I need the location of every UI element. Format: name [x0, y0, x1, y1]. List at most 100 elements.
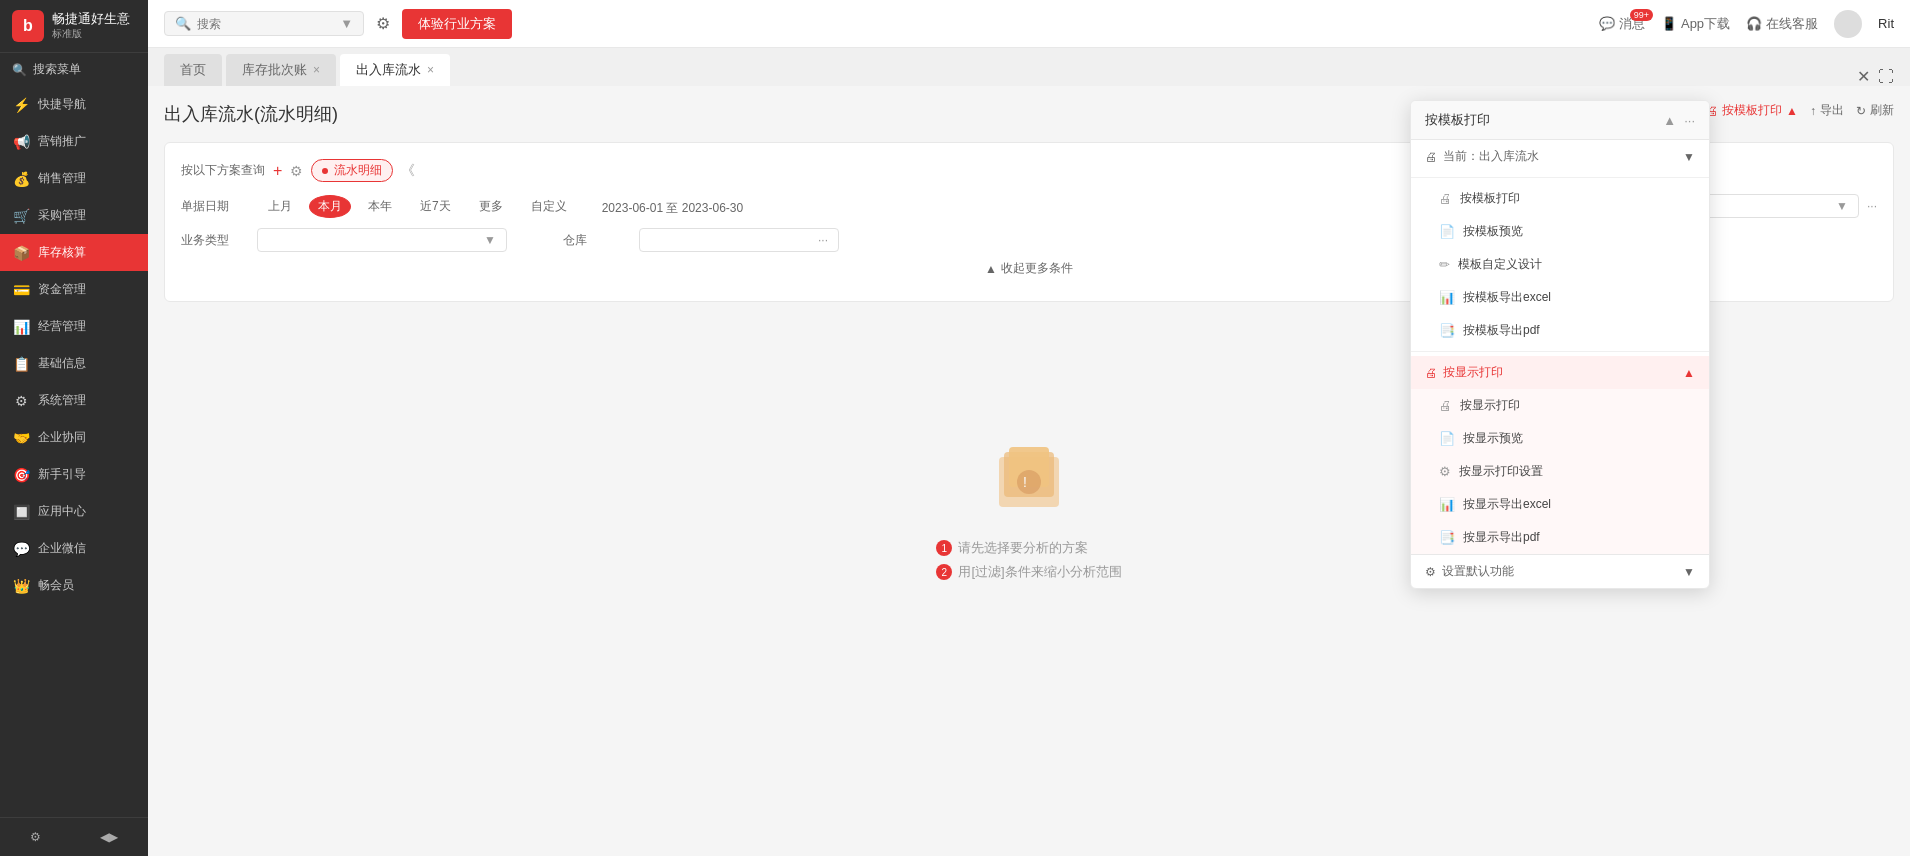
search-icon: 🔍	[12, 63, 27, 77]
empty-tip-1-label: 请先选择要分析的方案	[958, 539, 1088, 557]
doc-type-arrow: ▼	[1836, 199, 1848, 213]
collab-icon: 🤝	[12, 430, 30, 446]
refresh-btn[interactable]: ↻ 刷新	[1856, 102, 1894, 119]
date-last-month-btn[interactable]: 上月	[257, 195, 303, 218]
sidebar-item-wecom[interactable]: 💬 企业微信	[0, 530, 148, 567]
logo-icon: b	[12, 10, 44, 42]
app-download-btn[interactable]: 📱 App下载	[1661, 15, 1730, 33]
filter-add-btn[interactable]: +	[273, 162, 282, 180]
sidebar-item-finance[interactable]: 💳 资金管理	[0, 271, 148, 308]
user-avatar[interactable]	[1834, 10, 1862, 38]
display-print-settings-label: 按显示打印设置	[1459, 463, 1543, 480]
display-print-section-header[interactable]: 🖨 按显示打印 ▲	[1411, 356, 1709, 389]
dropdown-item-template-print[interactable]: 🖨 按模板打印	[1411, 182, 1709, 215]
biz-type-input[interactable]: ▼	[257, 228, 507, 252]
dropdown-item-display-print-settings[interactable]: ⚙ 按显示打印设置	[1411, 455, 1709, 488]
notification-btn[interactable]: 💬 消息 99+	[1599, 15, 1645, 33]
system-icon: ⚙	[12, 393, 30, 409]
sidebar-item-sales[interactable]: 💰 销售管理	[0, 160, 148, 197]
dropdown-item-display-export-excel[interactable]: 📊 按显示导出excel	[1411, 488, 1709, 521]
trial-button[interactable]: 体验行业方案	[402, 9, 512, 39]
sidebar-item-purchase[interactable]: 🛒 采购管理	[0, 197, 148, 234]
sidebar-settings-btn[interactable]: ⚙	[22, 826, 49, 848]
display-preview-label: 按显示预览	[1463, 430, 1523, 447]
export-btn[interactable]: ↑ 导出	[1810, 102, 1844, 119]
dropdown-item-template-export-excel[interactable]: 📊 按模板导出excel	[1411, 281, 1709, 314]
date-this-month-btn[interactable]: 本月	[309, 195, 351, 218]
filter-active-tag[interactable]: 流水明细	[311, 159, 393, 182]
notification-icon: 💬	[1599, 16, 1615, 31]
sidebar-item-label: 营销推广	[38, 133, 86, 150]
sidebar-item-label: 新手引导	[38, 466, 86, 483]
app-download-label: App下载	[1681, 15, 1730, 33]
date-more-btn[interactable]: 更多	[468, 195, 514, 218]
sidebar-item-basic[interactable]: 📋 基础信息	[0, 345, 148, 382]
dropdown-up-arrow[interactable]: ▲	[1663, 113, 1676, 128]
empty-tip-2: 2 用[过滤]条件来缩小分析范围	[936, 563, 1121, 581]
online-service-btn[interactable]: 🎧 在线客服	[1746, 15, 1818, 33]
sidebar-item-quick-nav[interactable]: ⚡ 快捷导航	[0, 86, 148, 123]
sidebar-item-label: 快捷导航	[38, 96, 86, 113]
warehouse-input[interactable]: ···	[639, 228, 839, 252]
print-template-btn[interactable]: 🖨 按模板打印 ▲	[1706, 102, 1798, 119]
sidebar-item-system[interactable]: ⚙ 系统管理	[0, 382, 148, 419]
dropdown-more-dots[interactable]: ···	[1684, 113, 1695, 128]
dropdown-item-display-print[interactable]: 🖨 按显示打印	[1411, 389, 1709, 422]
date-custom-btn[interactable]: 自定义	[520, 195, 578, 218]
dropdown-item-template-export-pdf[interactable]: 📑 按模板导出pdf	[1411, 314, 1709, 347]
tab-inout-flow-close[interactable]: ×	[427, 63, 434, 77]
wecom-icon: 💬	[12, 541, 30, 557]
sidebar-search[interactable]: 🔍 搜索菜单	[0, 53, 148, 86]
operations-icon: 📊	[12, 319, 30, 335]
dropdown-footer[interactable]: ⚙ 设置默认功能 ▼	[1411, 554, 1709, 588]
sidebar-item-marketing[interactable]: 📢 营销推广	[0, 123, 148, 160]
dropdown-item-display-preview[interactable]: 📄 按显示预览	[1411, 422, 1709, 455]
template-export-excel-icon: 📊	[1439, 290, 1455, 305]
template-preview-label: 按模板预览	[1463, 223, 1523, 240]
sidebar-logo: b 畅捷通好生意 标准版	[0, 0, 148, 53]
display-preview-icon: 📄	[1439, 431, 1455, 446]
tab-close-all-btn[interactable]: ✕	[1857, 67, 1870, 86]
filter-title: 按以下方案查询	[181, 162, 265, 179]
sidebar-item-member[interactable]: 👑 畅会员	[0, 567, 148, 604]
online-service-label: 在线客服	[1766, 15, 1818, 33]
tab-home[interactable]: 首页	[164, 54, 222, 86]
template-preview-icon: 📄	[1439, 224, 1455, 239]
dropdown-item-template-custom[interactable]: ✏ 模板自定义设计	[1411, 248, 1709, 281]
sidebar-item-label: 库存核算	[38, 244, 86, 261]
tab-batch-account[interactable]: 库存批次账 ×	[226, 54, 336, 86]
template-export-pdf-label: 按模板导出pdf	[1463, 322, 1540, 339]
display-print-settings-icon: ⚙	[1439, 464, 1451, 479]
sidebar-collapse-btn[interactable]: ◀▶	[92, 826, 126, 848]
warehouse-more-dots[interactable]: ···	[818, 233, 828, 247]
sidebar-item-collab[interactable]: 🤝 企业协同	[0, 419, 148, 456]
date-last-7-days-btn[interactable]: 近7天	[409, 195, 462, 218]
filter-collapse-btn[interactable]: 《	[401, 162, 415, 180]
sidebar-item-app-center[interactable]: 🔲 应用中心	[0, 493, 148, 530]
topbar-gear-icon[interactable]: ⚙	[376, 14, 390, 33]
current-label-text: 当前：出入库流水	[1443, 148, 1539, 165]
print-template-arrow: ▲	[1786, 104, 1798, 118]
sidebar-item-inventory[interactable]: 📦 库存核算	[0, 234, 148, 271]
sidebar-item-operations[interactable]: 📊 经营管理	[0, 308, 148, 345]
template-print-section: 🖨 按模板打印 📄 按模板预览 ✏ 模板自定义设计 📊 按模板导出excel 📑…	[1411, 182, 1709, 347]
dropdown-item-template-preview[interactable]: 📄 按模板预览	[1411, 215, 1709, 248]
tab-batch-account-close[interactable]: ×	[313, 63, 320, 77]
doc-type-more-dots[interactable]: ···	[1867, 199, 1877, 213]
dropdown-item-display-export-pdf[interactable]: 📑 按显示导出pdf	[1411, 521, 1709, 554]
display-print-section: 🖨 按显示打印 📄 按显示预览 ⚙ 按显示打印设置 📊 按显示导出excel 📑…	[1411, 389, 1709, 554]
service-icon: 🎧	[1746, 16, 1762, 31]
display-print-section-label: 按显示打印	[1443, 364, 1503, 381]
tab-inout-flow[interactable]: 出入库流水 ×	[340, 54, 450, 86]
topbar-search-box[interactable]: 🔍 ▼	[164, 11, 364, 36]
topbar-search-input[interactable]	[197, 17, 334, 31]
filter-settings-btn[interactable]: ⚙	[290, 163, 303, 179]
sidebar-item-guide[interactable]: 🎯 新手引导	[0, 456, 148, 493]
sidebar-item-label: 资金管理	[38, 281, 86, 298]
quick-nav-icon: ⚡	[12, 97, 30, 113]
date-this-year-btn[interactable]: 本年	[357, 195, 403, 218]
sidebar-bottom: ⚙ ◀▶	[0, 817, 148, 856]
guide-icon: 🎯	[12, 467, 30, 483]
template-export-excel-label: 按模板导出excel	[1463, 289, 1551, 306]
tab-maximize-btn[interactable]: ⛶	[1878, 68, 1894, 86]
